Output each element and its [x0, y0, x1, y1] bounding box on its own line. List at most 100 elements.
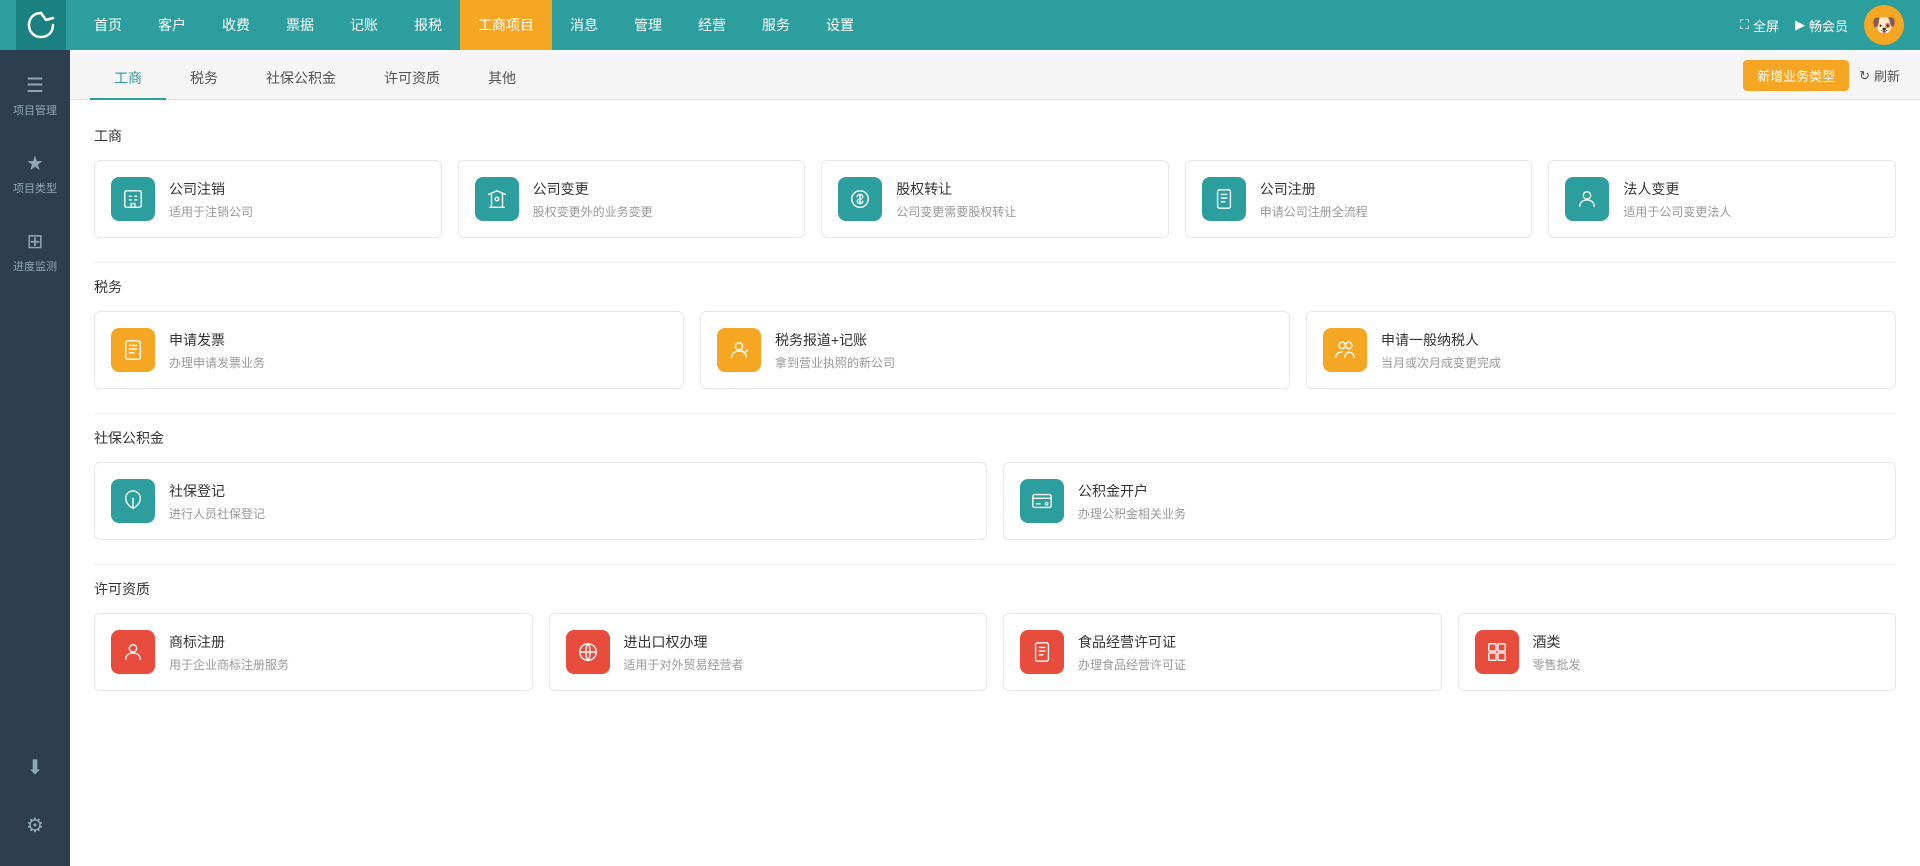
card-title: 公司注销: [169, 179, 425, 199]
card-info: 社保登记进行人员社保登记: [169, 481, 970, 522]
fullscreen-button[interactable]: ⛶ 全屏: [1740, 16, 1779, 35]
card-社保公积金-0[interactable]: 社保登记进行人员社保登记: [94, 462, 987, 540]
vip-label: 畅会员: [1809, 16, 1848, 35]
mascot-avatar[interactable]: 🐶: [1864, 5, 1904, 45]
card-desc: 公司变更需要股权转让: [896, 203, 1152, 220]
card-info: 申请发票办理申请发票业务: [169, 330, 667, 371]
vip-button[interactable]: ▶ 畅会员: [1795, 16, 1848, 35]
tab-其他[interactable]: 其他: [464, 58, 540, 100]
nav-item-客户[interactable]: 客户: [140, 0, 204, 50]
nav-item-工商项目[interactable]: 工商项目: [460, 0, 552, 50]
card-icon: [566, 630, 610, 674]
nav-item-票据[interactable]: 票据: [268, 0, 332, 50]
section-title-1: 税务: [94, 277, 1896, 297]
cards-grid-3: 商标注册用于企业商标注册服务 进出口权办理适用于对外贸易经营者 食品经营许可证办…: [94, 613, 1896, 691]
sidebar-label: 进度监测: [13, 258, 57, 274]
tab-社保公积金[interactable]: 社保公积金: [242, 58, 360, 100]
tab-税务[interactable]: 税务: [166, 58, 242, 100]
nav-item-管理[interactable]: 管理: [616, 0, 680, 50]
card-title: 商标注册: [169, 632, 516, 652]
nav-item-消息[interactable]: 消息: [552, 0, 616, 50]
card-info: 公司变更股权变更外的业务变更: [533, 179, 789, 220]
card-info: 申请一般纳税人当月或次月成变更完成: [1381, 330, 1879, 371]
card-title: 进出口权办理: [624, 632, 971, 652]
tab-许可资质[interactable]: 许可资质: [360, 58, 464, 100]
card-title: 食品经营许可证: [1078, 632, 1425, 652]
card-工商-0[interactable]: 公司注销适用于注销公司: [94, 160, 442, 238]
card-desc: 拿到营业执照的新公司: [775, 354, 1273, 371]
section-title-2: 社保公积金: [94, 428, 1896, 448]
section-separator: [94, 262, 1896, 263]
card-desc: 办理公积金相关业务: [1078, 505, 1879, 522]
card-info: 酒类零售批发: [1533, 632, 1880, 673]
add-business-type-button[interactable]: 新增业务类型: [1743, 60, 1849, 91]
card-icon: [111, 177, 155, 221]
card-title: 公积金开户: [1078, 481, 1879, 501]
card-许可资质-2[interactable]: 食品经营许可证办理食品经营许可证: [1003, 613, 1442, 691]
tab-工商[interactable]: 工商: [90, 58, 166, 100]
card-info: 食品经营许可证办理食品经营许可证: [1078, 632, 1425, 673]
card-许可资质-3[interactable]: 酒类零售批发: [1458, 613, 1897, 691]
card-title: 申请发票: [169, 330, 667, 350]
nav-item-记账[interactable]: 记账: [332, 0, 396, 50]
card-工商-2[interactable]: 股权转让公司变更需要股权转让: [821, 160, 1169, 238]
card-icon: [1020, 479, 1064, 523]
card-desc: 办理食品经营许可证: [1078, 656, 1425, 673]
card-info: 税务报道+记账拿到营业执照的新公司: [775, 330, 1273, 371]
sidebar-bottom-icon[interactable]: ⚙: [0, 800, 70, 850]
card-工商-1[interactable]: 公司变更股权变更外的业务变更: [458, 160, 806, 238]
refresh-button[interactable]: ↻ 刷新: [1859, 66, 1900, 85]
card-icon: [838, 177, 882, 221]
card-desc: 适用于公司变更法人: [1623, 203, 1879, 220]
section-title-3: 许可资质: [94, 579, 1896, 599]
nav-item-报税[interactable]: 报税: [396, 0, 460, 50]
sidebar-item-项目管理[interactable]: ☰ 项目管理: [0, 60, 70, 130]
card-工商-4[interactable]: 法人变更适用于公司变更法人: [1548, 160, 1896, 238]
sidebar-bottom-icon[interactable]: ⬇: [0, 742, 70, 792]
fullscreen-icon: ⛶: [1740, 17, 1749, 33]
nav-item-服务[interactable]: 服务: [744, 0, 808, 50]
card-info: 商标注册用于企业商标注册服务: [169, 632, 516, 673]
nav-item-设置[interactable]: 设置: [808, 0, 872, 50]
vip-icon: ▶: [1795, 17, 1805, 33]
fullscreen-label: 全屏: [1753, 16, 1779, 35]
logo: [16, 0, 66, 50]
card-税务-0[interactable]: 申请发票办理申请发票业务: [94, 311, 684, 389]
sidebar-label: 项目管理: [13, 102, 57, 118]
card-icon: [717, 328, 761, 372]
tab-actions: 新增业务类型 ↻ 刷新: [1743, 60, 1900, 99]
card-许可资质-0[interactable]: 商标注册用于企业商标注册服务: [94, 613, 533, 691]
sidebar-label: 项目类型: [13, 180, 57, 196]
card-desc: 股权变更外的业务变更: [533, 203, 789, 220]
card-title: 股权转让: [896, 179, 1152, 199]
card-info: 公积金开户办理公积金相关业务: [1078, 481, 1879, 522]
sidebar-icon: ⊞: [27, 229, 44, 254]
sidebar-item-项目类型[interactable]: ★ 项目类型: [0, 138, 70, 208]
card-desc: 当月或次月成变更完成: [1381, 354, 1879, 371]
card-税务-1[interactable]: 税务报道+记账拿到营业执照的新公司: [700, 311, 1290, 389]
card-info: 公司注册申请公司注册全流程: [1260, 179, 1516, 220]
card-icon: [1323, 328, 1367, 372]
refresh-icon: ↻: [1859, 68, 1870, 84]
card-info: 法人变更适用于公司变更法人: [1623, 179, 1879, 220]
card-desc: 零售批发: [1533, 656, 1880, 673]
cards-grid-0: 公司注销适用于注销公司 公司变更股权变更外的业务变更 股权转让公司变更需要股权转…: [94, 160, 1896, 238]
card-社保公积金-1[interactable]: 公积金开户办理公积金相关业务: [1003, 462, 1896, 540]
scroll-content[interactable]: 工商 公司注销适用于注销公司 公司变更股权变更外的业务变更 股权转让公司变更需要…: [70, 100, 1920, 866]
sidebar-item-进度监测[interactable]: ⊞ 进度监测: [0, 216, 70, 286]
card-许可资质-1[interactable]: 进出口权办理适用于对外贸易经营者: [549, 613, 988, 691]
card-icon: [1020, 630, 1064, 674]
card-工商-3[interactable]: 公司注册申请公司注册全流程: [1185, 160, 1533, 238]
card-title: 社保登记: [169, 481, 970, 501]
nav-item-收费[interactable]: 收费: [204, 0, 268, 50]
card-desc: 申请公司注册全流程: [1260, 203, 1516, 220]
card-icon: [1475, 630, 1519, 674]
nav-item-经营[interactable]: 经营: [680, 0, 744, 50]
card-税务-2[interactable]: 申请一般纳税人当月或次月成变更完成: [1306, 311, 1896, 389]
sidebar-icon: ☰: [26, 73, 44, 98]
card-info: 进出口权办理适用于对外贸易经营者: [624, 632, 971, 673]
nav-menu: 首页客户收费票据记账报税工商项目消息管理经营服务设置: [76, 0, 1740, 50]
sidebar: ☰ 项目管理 ★ 项目类型 ⊞ 进度监测 ⬇ ⚙: [0, 50, 70, 866]
nav-item-首页[interactable]: 首页: [76, 0, 140, 50]
sidebar-icon: ★: [26, 151, 44, 176]
